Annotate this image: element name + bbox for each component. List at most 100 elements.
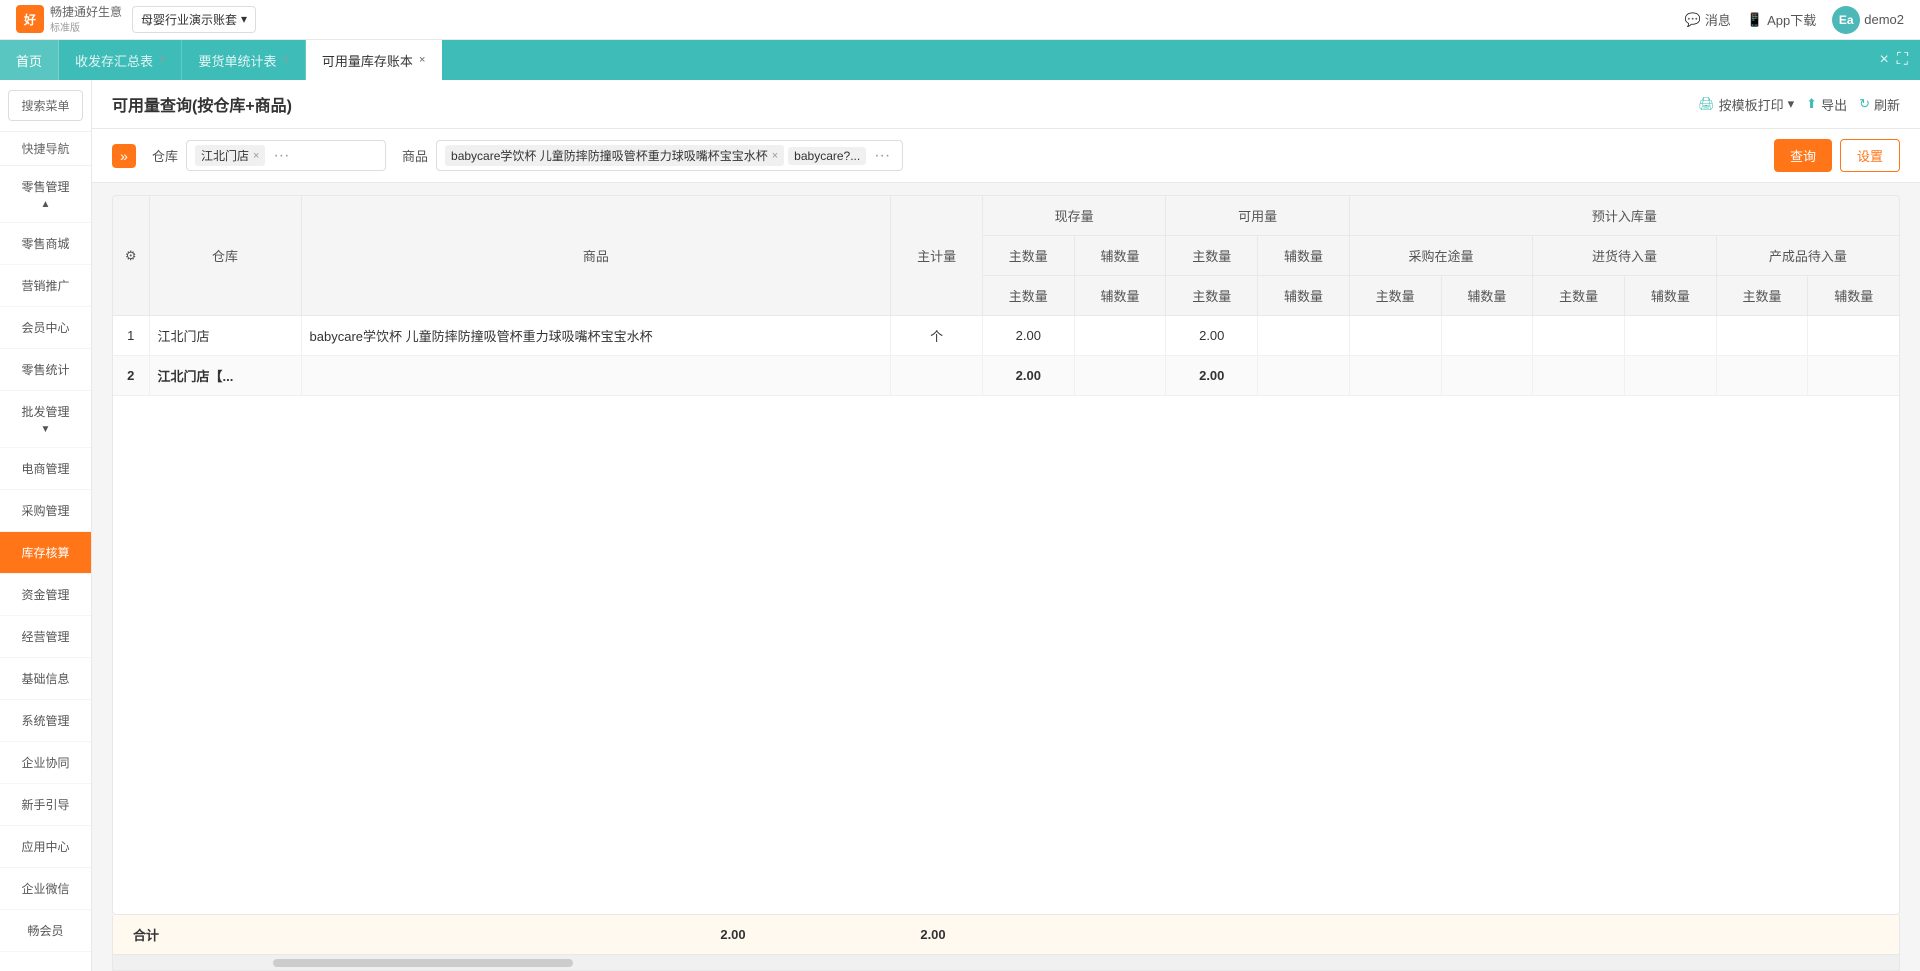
top-bar: 好 畅捷通好生意 标准版 母婴行业演示账套 ▾ 💬 消息 📱 App下载 Ea … xyxy=(0,0,1920,40)
sidebar-item-basic-info[interactable]: 基础信息 xyxy=(0,658,91,700)
dropdown-arrow-icon: ▾ xyxy=(241,12,247,26)
user-profile-btn[interactable]: Ea demo2 xyxy=(1832,6,1904,34)
cell-stock-aux xyxy=(1074,316,1166,356)
expand-arrow-icon: ▼ xyxy=(41,424,51,435)
logo-text-block: 畅捷通好生意 标准版 xyxy=(50,5,122,34)
sidebar-label: 资金管理 xyxy=(21,586,69,603)
search-menu-btn[interactable]: 搜索菜单 xyxy=(8,90,83,121)
print-label: 按模板打印 xyxy=(1719,95,1784,114)
sidebar-item-member-center[interactable]: 会员中心 xyxy=(0,307,91,349)
tab-close-icon[interactable]: × xyxy=(159,54,165,66)
sidebar-label: 营销推广 xyxy=(21,277,69,294)
expand-icon[interactable]: ⛶ xyxy=(1897,51,1908,69)
export-btn[interactable]: ⬆ 导出 xyxy=(1806,95,1847,114)
refresh-btn[interactable]: ↻ 刷新 xyxy=(1859,95,1900,114)
footer-stock-main-total: 2.00 xyxy=(673,927,793,942)
warehouse-tag: 江北门店 × xyxy=(195,145,265,166)
cell-in-pending-aux xyxy=(1624,356,1716,396)
product-filter-label: 商品 xyxy=(402,146,428,165)
user-name: demo2 xyxy=(1864,12,1904,27)
cell-pur-transit-aux xyxy=(1441,356,1533,396)
filter-more-btn-2[interactable]: ··· xyxy=(870,147,894,165)
message-icon: 💬 xyxy=(1685,12,1701,28)
message-btn[interactable]: 💬 消息 xyxy=(1685,10,1731,29)
warehouse-filter-label: 仓库 xyxy=(152,146,178,165)
sidebar-item-app-center[interactable]: 应用中心 xyxy=(0,826,91,868)
warehouse-filter-input[interactable]: 江北门店 × ··· xyxy=(186,140,386,171)
top-bar-right: 💬 消息 📱 App下载 Ea demo2 xyxy=(1685,6,1904,34)
product-tag-1-remove[interactable]: × xyxy=(772,150,778,162)
top-bar-left: 好 畅捷通好生意 标准版 母婴行业演示账套 ▾ xyxy=(16,5,256,34)
footer-avail-main-total: 2.00 xyxy=(873,927,993,942)
sidebar-item-inventory[interactable]: 库存核算 xyxy=(0,532,91,574)
filter-expand-btn[interactable]: » xyxy=(112,144,136,168)
main-layout: 搜索菜单 快捷导航 零售管理 ▲ 零售商城 营销推广 会员中心 零售统计 批发管… xyxy=(0,80,1920,971)
tab-requisition-stats[interactable]: 要货单统计表 × xyxy=(182,40,305,80)
sidebar-item-retail-mgmt[interactable]: 零售管理 ▲ xyxy=(0,166,91,223)
tab-home[interactable]: 首页 xyxy=(0,40,59,80)
sidebar-label: 系统管理 xyxy=(21,712,69,729)
cell-pur-transit-main xyxy=(1349,316,1441,356)
tab-available-inventory[interactable]: 可用量库存账本 × xyxy=(306,40,442,80)
cell-prod-pending-main xyxy=(1716,356,1808,396)
sidebar-quick-nav[interactable]: 快捷导航 xyxy=(0,132,91,166)
sidebar-item-enterprise-wechat[interactable]: 企业微信 xyxy=(0,868,91,910)
close-all-tabs-btn[interactable]: × xyxy=(1879,51,1888,69)
sidebar-item-retail-stats[interactable]: 零售统计 xyxy=(0,349,91,391)
tab-receivable-summary[interactable]: 收发存汇总表 × xyxy=(59,40,182,80)
th-gear[interactable]: ⚙ xyxy=(113,196,149,316)
cell-unit xyxy=(891,356,983,396)
cell-product: babycare学饮杯 儿童防摔防撞吸管杯重力球吸嘴杯宝宝水杯 xyxy=(301,316,891,356)
cell-prod-pending-aux xyxy=(1808,316,1899,356)
sidebar-item-marketing[interactable]: 营销推广 xyxy=(0,265,91,307)
scrollbar-thumb[interactable] xyxy=(273,959,573,967)
inventory-table-wrapper: ⚙ 仓库 商品 主计量 现存量 可用量 预计入库量 主数量 辅数量 主数量 辅数… xyxy=(112,195,1900,915)
cell-warehouse: 江北门店【... xyxy=(149,356,301,396)
sidebar-item-enterprise-collab[interactable]: 企业协同 xyxy=(0,742,91,784)
product-filter-input[interactable]: babycare学饮杯 儿童防摔防撞吸管杯重力球吸嘴杯宝宝水杯 × babyca… xyxy=(436,140,903,171)
sidebar-item-purchase-mgmt[interactable]: 采购管理 xyxy=(0,490,91,532)
table-row: 2 江北门店【... 2.00 2.00 xyxy=(113,356,1899,396)
tab-close-icon[interactable]: × xyxy=(419,54,425,66)
sidebar-item-ecommerce-mgmt[interactable]: 电商管理 xyxy=(0,448,91,490)
app-download-btn[interactable]: 📱 App下载 xyxy=(1747,10,1816,29)
tab-available-label: 可用量库存账本 xyxy=(322,51,413,70)
sidebar-item-wholesale-mgmt[interactable]: 批发管理 ▼ xyxy=(0,391,91,448)
home-label: 首页 xyxy=(16,51,42,70)
tab-close-icon[interactable]: × xyxy=(282,54,288,66)
sidebar-label: 电商管理 xyxy=(21,460,69,477)
product-tag-2: babycare?... xyxy=(788,147,866,165)
cell-prod-pending-aux xyxy=(1808,356,1899,396)
th-in-aux: 辅数量 xyxy=(1624,276,1716,316)
sidebar-item-vip-member[interactable]: 畅会员 xyxy=(0,910,91,952)
sidebar-item-new-guide[interactable]: 新手引导 xyxy=(0,784,91,826)
cell-pur-transit-aux xyxy=(1441,316,1533,356)
th-prod-main: 主数量 xyxy=(1716,276,1808,316)
th-avail-aux: 辅数量 xyxy=(1258,236,1350,276)
th-stock-aux2: 辅数量 xyxy=(1074,276,1166,316)
warehouse-tag-remove[interactable]: × xyxy=(253,150,259,162)
table-row: 1 江北门店 babycare学饮杯 儿童防摔防撞吸管杯重力球吸嘴杯宝宝水杯 个… xyxy=(113,316,1899,356)
cell-unit: 个 xyxy=(891,316,983,356)
tenant-selector[interactable]: 母婴行业演示账套 ▾ xyxy=(132,6,256,33)
sidebar-item-finance-mgmt[interactable]: 资金管理 xyxy=(0,574,91,616)
inventory-table: ⚙ 仓库 商品 主计量 现存量 可用量 预计入库量 主数量 辅数量 主数量 辅数… xyxy=(113,196,1899,396)
cell-in-pending-main xyxy=(1533,356,1625,396)
filter-more-btn[interactable]: ··· xyxy=(269,147,293,165)
th-stock-main2: 主数量 xyxy=(982,276,1074,316)
product-filter-group: 商品 babycare学饮杯 儿童防摔防撞吸管杯重力球吸嘴杯宝宝水杯 × bab… xyxy=(402,140,903,171)
print-btn[interactable]: 🖨 按模板打印 ▾ xyxy=(1698,95,1794,114)
horizontal-scrollbar[interactable] xyxy=(112,955,1900,971)
sidebar-item-system-mgmt[interactable]: 系统管理 xyxy=(0,700,91,742)
product-tag-1: babycare学饮杯 儿童防摔防撞吸管杯重力球吸嘴杯宝宝水杯 × xyxy=(445,145,784,166)
sidebar-item-retail-mall[interactable]: 零售商城 xyxy=(0,223,91,265)
cell-no: 2 xyxy=(113,356,149,396)
th-planned-in: 预计入库量 xyxy=(1349,196,1899,236)
avatar: Ea xyxy=(1832,6,1860,34)
nav-tabs-bar: 首页 收发存汇总表 × 要货单统计表 × 可用量库存账本 × × ⛶ xyxy=(0,40,1920,80)
query-button[interactable]: 查询 xyxy=(1774,139,1832,172)
th-prod-aux: 辅数量 xyxy=(1808,276,1899,316)
cell-avail-main: 2.00 xyxy=(1166,356,1258,396)
setting-button[interactable]: 设置 xyxy=(1840,139,1900,172)
sidebar-item-operation-mgmt[interactable]: 经营管理 xyxy=(0,616,91,658)
